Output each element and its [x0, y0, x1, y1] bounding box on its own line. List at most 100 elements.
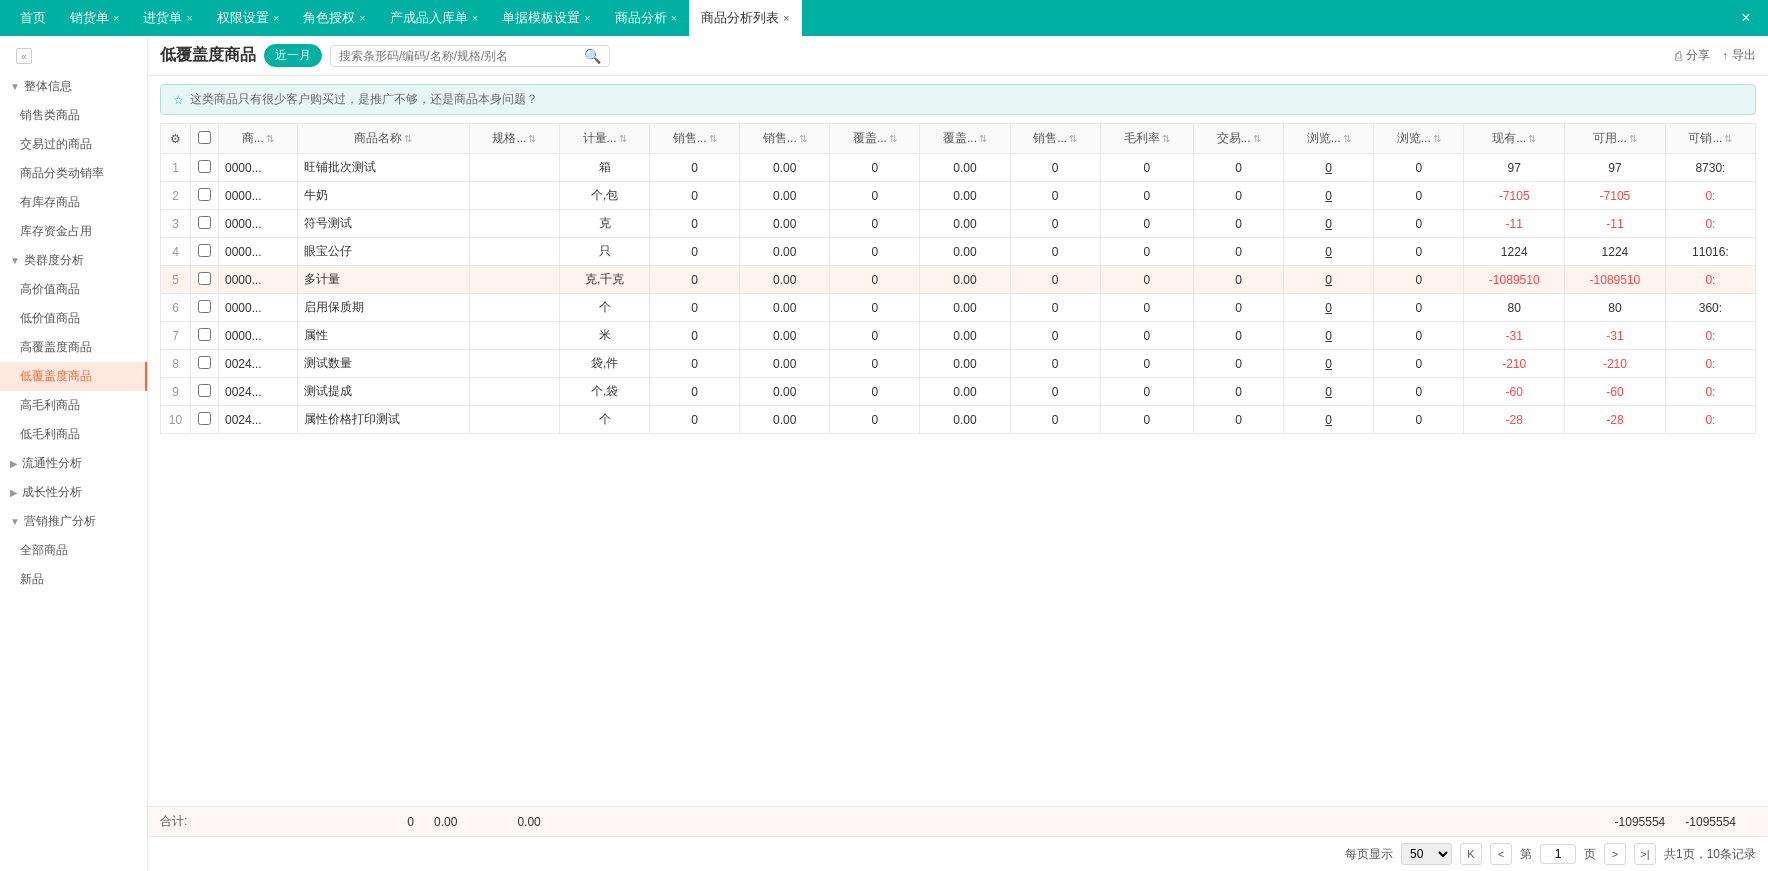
sidebar-collapse-button[interactable]: « — [16, 48, 32, 64]
row-browse1[interactable]: 0 — [1284, 266, 1374, 294]
page-number-input[interactable] — [1540, 844, 1576, 864]
sidebar-item-high-margin[interactable]: 高毛利商品 — [0, 391, 147, 420]
nav-analysis-list[interactable]: 商品分析列表 × — [689, 0, 801, 36]
sidebar-section-growth[interactable]: ▶ 成长性分析 — [0, 478, 147, 507]
sidebar-item-low-margin[interactable]: 低毛利商品 — [0, 420, 147, 449]
col-available[interactable]: 可用...⇅ — [1565, 124, 1666, 154]
row-checkbox-cell[interactable] — [191, 350, 219, 378]
row-browse1[interactable]: 0 — [1284, 406, 1374, 434]
nav-analysis[interactable]: 商品分析 × — [603, 0, 689, 36]
row-checkbox-cell[interactable] — [191, 210, 219, 238]
row-checkbox-cell[interactable] — [191, 154, 219, 182]
row-browse1[interactable]: 0 — [1284, 294, 1374, 322]
sidebar-section-flow[interactable]: ▶ 流通性分析 — [0, 449, 147, 478]
nav-roles[interactable]: 角色授权 × — [291, 0, 377, 36]
prev-page-button[interactable]: < — [1490, 843, 1512, 865]
sidebar-item-stocked-goods[interactable]: 有库存商品 — [0, 188, 147, 217]
nav-analysis-list-close[interactable]: × — [783, 12, 789, 24]
next-page-button[interactable]: > — [1604, 843, 1626, 865]
row-checkbox[interactable] — [198, 300, 211, 313]
col-settings[interactable]: ⚙ — [161, 124, 191, 154]
table-container[interactable]: ⚙ 商...⇅ 商品名称⇅ 规格...⇅ 计量...⇅ 销售...⇅ 销售...… — [148, 123, 1768, 806]
col-unit[interactable]: 计量...⇅ — [559, 124, 649, 154]
page-size-select[interactable]: 50 100 200 — [1401, 843, 1452, 865]
col-spec[interactable]: 规格...⇅ — [469, 124, 559, 154]
sidebar-item-high-coverage[interactable]: 高覆盖度商品 — [0, 333, 147, 362]
col-trade[interactable]: 交易...⇅ — [1193, 124, 1283, 154]
sidebar-item-new-goods[interactable]: 新品 — [0, 565, 147, 594]
row-browse1[interactable]: 0 — [1284, 322, 1374, 350]
row-checkbox-cell[interactable] — [191, 294, 219, 322]
row-checkbox[interactable] — [198, 216, 211, 229]
nav-inventory[interactable]: 产成品入库单 × — [378, 0, 490, 36]
footer-available-total: -1095554 — [1685, 815, 1736, 829]
col-gross[interactable]: 毛利率⇅ — [1100, 124, 1193, 154]
search-box[interactable]: 🔍 — [330, 45, 610, 67]
col-name[interactable]: 商品名称⇅ — [297, 124, 469, 154]
col-sales2[interactable]: 销售...⇅ — [740, 124, 830, 154]
sidebar-section-overview[interactable]: ▼ 整体信息 — [0, 72, 147, 101]
row-checkbox-cell[interactable] — [191, 182, 219, 210]
nav-roles-close[interactable]: × — [359, 12, 365, 24]
col-cover2[interactable]: 覆盖...⇅ — [920, 124, 1010, 154]
row-checkbox-cell[interactable] — [191, 406, 219, 434]
row-number: 3 — [161, 210, 191, 238]
col-current[interactable]: 现有...⇅ — [1464, 124, 1565, 154]
col-code[interactable]: 商...⇅ — [219, 124, 298, 154]
sidebar-item-high-value[interactable]: 高价值商品 — [0, 275, 147, 304]
row-checkbox[interactable] — [198, 160, 211, 173]
row-browse1[interactable]: 0 — [1284, 154, 1374, 182]
sidebar-item-low-value[interactable]: 低价值商品 — [0, 304, 147, 333]
sidebar-item-all-goods[interactable]: 全部商品 — [0, 536, 147, 565]
nav-sales-close[interactable]: × — [113, 12, 119, 24]
first-page-button[interactable]: K — [1460, 843, 1482, 865]
nav-permissions[interactable]: 权限设置 × — [205, 0, 291, 36]
nav-template-close[interactable]: × — [584, 12, 590, 24]
sidebar-section-marketing[interactable]: ▼ 营销推广分析 — [0, 507, 147, 536]
row-checkbox[interactable] — [198, 272, 211, 285]
row-checkbox[interactable] — [198, 412, 211, 425]
col-checkbox[interactable] — [191, 124, 219, 154]
window-close-button[interactable]: × — [1732, 4, 1760, 32]
filter-recent-month[interactable]: 近一月 — [264, 44, 322, 67]
row-browse1[interactable]: 0 — [1284, 238, 1374, 266]
row-checkbox-cell[interactable] — [191, 378, 219, 406]
nav-permissions-close[interactable]: × — [273, 12, 279, 24]
sidebar-item-sales-goods[interactable]: 销售类商品 — [0, 101, 147, 130]
row-browse1[interactable]: 0 — [1284, 182, 1374, 210]
sidebar-section-cluster[interactable]: ▼ 类群度分析 — [0, 246, 147, 275]
row-checkbox[interactable] — [198, 384, 211, 397]
export-button[interactable]: ↑ 导出 — [1722, 47, 1756, 64]
sidebar-item-inventory-capital[interactable]: 库存资金占用 — [0, 217, 147, 246]
row-browse1[interactable]: 0 — [1284, 210, 1374, 238]
col-sales3[interactable]: 销售...⇅ — [1010, 124, 1100, 154]
row-browse1[interactable]: 0 — [1284, 378, 1374, 406]
row-checkbox-cell[interactable] — [191, 266, 219, 294]
nav-purchase-close[interactable]: × — [186, 12, 192, 24]
sidebar-item-low-coverage[interactable]: 低覆盖度商品 — [0, 362, 147, 391]
nav-sales[interactable]: 销货单 × — [58, 0, 131, 36]
row-checkbox[interactable] — [198, 188, 211, 201]
col-sellable[interactable]: 可销...⇅ — [1665, 124, 1755, 154]
row-checkbox-cell[interactable] — [191, 322, 219, 350]
row-checkbox[interactable] — [198, 244, 211, 257]
col-sales1[interactable]: 销售...⇅ — [650, 124, 740, 154]
row-checkbox[interactable] — [198, 356, 211, 369]
nav-home[interactable]: 首页 — [8, 0, 58, 36]
row-checkbox-cell[interactable] — [191, 238, 219, 266]
nav-template[interactable]: 单据模板设置 × — [490, 0, 602, 36]
select-all-checkbox[interactable] — [198, 131, 211, 144]
search-input[interactable] — [339, 49, 584, 63]
col-browse1[interactable]: 浏览...⇅ — [1284, 124, 1374, 154]
nav-analysis-close[interactable]: × — [671, 12, 677, 24]
nav-inventory-close[interactable]: × — [472, 12, 478, 24]
last-page-button[interactable]: >| — [1634, 843, 1656, 865]
col-cover1[interactable]: 覆盖...⇅ — [830, 124, 920, 154]
sidebar-item-traded-goods[interactable]: 交易过的商品 — [0, 130, 147, 159]
sidebar-item-category-rate[interactable]: 商品分类动销率 — [0, 159, 147, 188]
col-browse2[interactable]: 浏览...⇅ — [1374, 124, 1464, 154]
nav-purchase[interactable]: 进货单 × — [131, 0, 204, 36]
row-browse1[interactable]: 0 — [1284, 350, 1374, 378]
share-button[interactable]: ⎙ 分享 — [1675, 47, 1710, 64]
row-checkbox[interactable] — [198, 328, 211, 341]
